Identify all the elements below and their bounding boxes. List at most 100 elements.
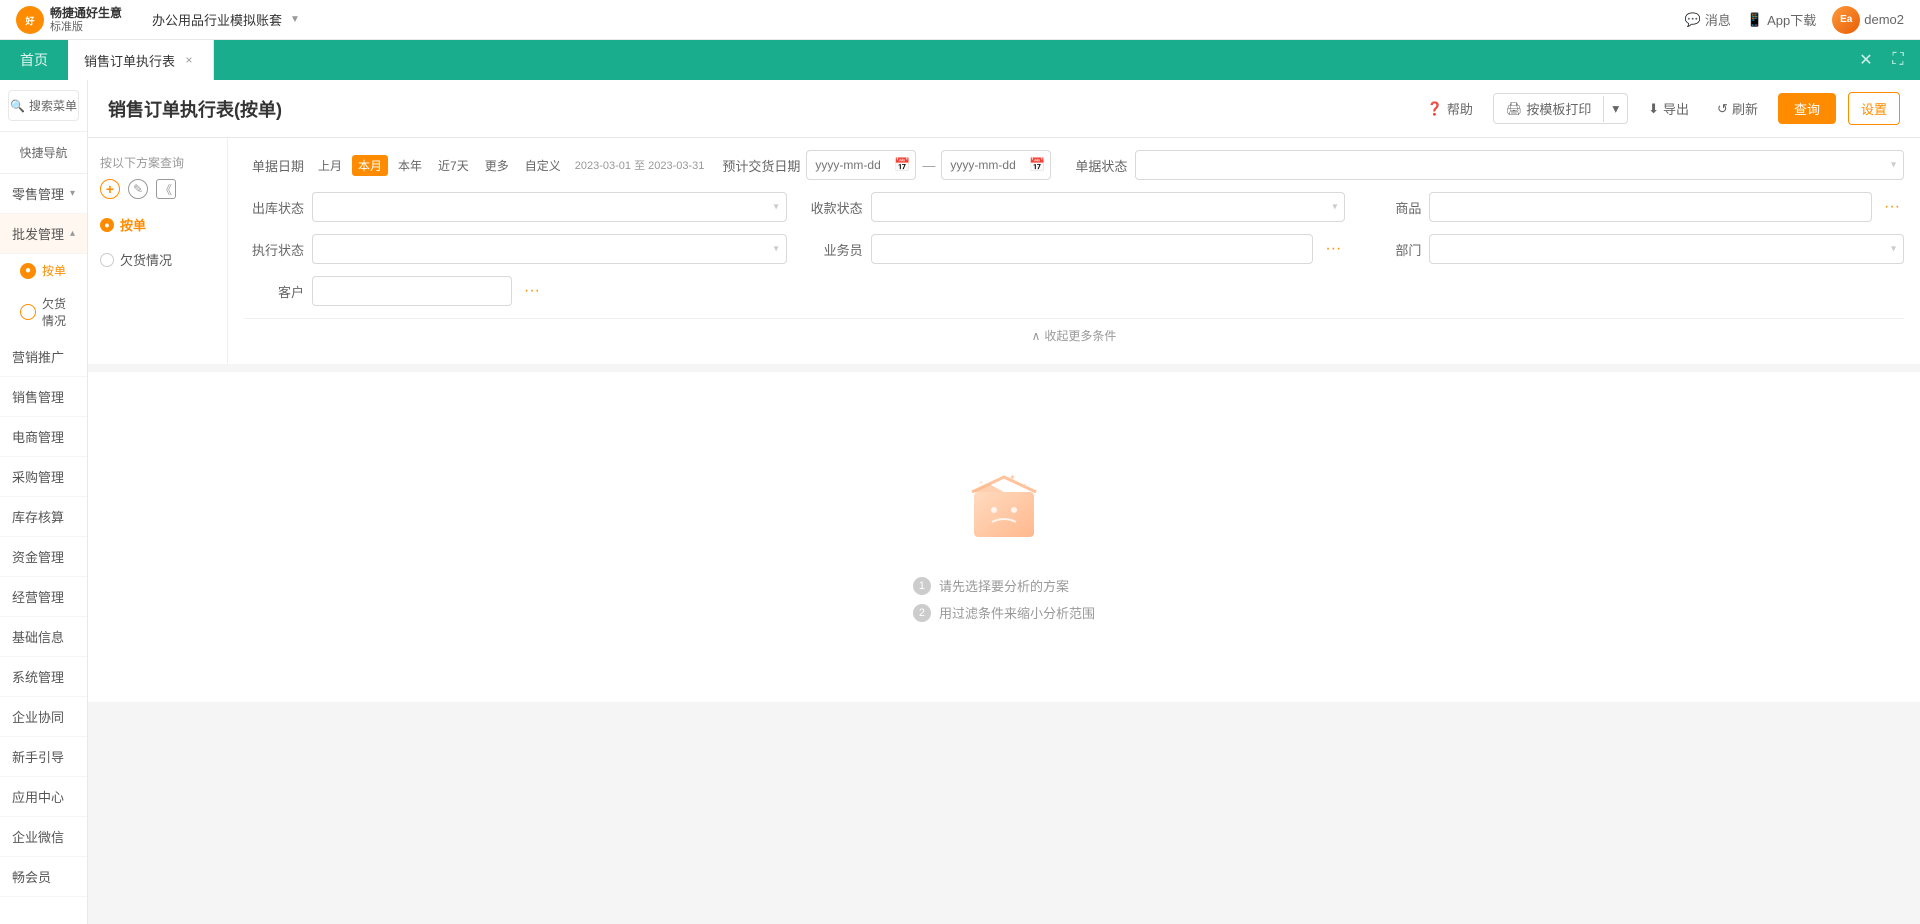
- sidebar-item-marketing[interactable]: 营销推广: [0, 337, 87, 377]
- print-template-button[interactable]: 🖨 按模板打印: [1494, 94, 1604, 123]
- filter-collapse-button[interactable]: ∧ 收起更多条件: [1032, 327, 1117, 344]
- main-layout: 🔍 搜索菜单 快捷导航 零售管理 ▾ 批发管理 ▴ ● 按单 欠货情况 营销推广…: [0, 80, 1920, 924]
- sidebar-item-vip[interactable]: 畅会员: [0, 857, 87, 897]
- sidebar-item-wechat[interactable]: 企业微信: [0, 817, 87, 857]
- customer-label: 客户: [244, 282, 304, 301]
- product-input[interactable]: [1429, 192, 1872, 222]
- exec-status-filter-group: 执行状态 ▾: [244, 234, 787, 264]
- debt-dot-icon: [20, 304, 36, 320]
- search-menu-button[interactable]: 🔍 搜索菜单: [8, 90, 79, 121]
- salesperson-input[interactable]: [871, 234, 1314, 264]
- app-download-button[interactable]: 📱 App下载: [1747, 10, 1816, 29]
- shortcut-label: 快捷导航: [0, 140, 87, 165]
- svg-text:✦: ✦: [979, 480, 983, 486]
- svg-text:✦: ✦: [1009, 473, 1016, 482]
- filter-panel: 按以下方案查询 + ✎ 《 ● 按单 欠货情况: [88, 138, 1920, 364]
- doc-status-label: 单据状态: [1067, 156, 1127, 175]
- date-tab-more[interactable]: 更多: [479, 155, 515, 176]
- message-button[interactable]: 💬 消息: [1685, 10, 1731, 29]
- stock-status-select[interactable]: [312, 192, 787, 222]
- sidebar-item-purchase[interactable]: 采购管理: [0, 457, 87, 497]
- page-actions: ❓ 帮助 🖨 按模板打印 ▾ ⬇ 导出 ↺ 刷新: [1419, 92, 1900, 125]
- filter-scheme-collapse-button[interactable]: 《: [156, 179, 176, 199]
- print-button-group: 🖨 按模板打印 ▾: [1493, 93, 1628, 124]
- sidebar-item-retail[interactable]: 零售管理 ▾: [0, 174, 87, 214]
- top-header: 好 畅捷通好生意 标准版 办公用品行业模拟账套 ▼ 💬 消息 📱 App下载 E…: [0, 0, 1920, 40]
- empty-state: ✦ ✦ ✦ 1 请先选择要分析的方案 2 用过滤条件来缩小分析范围: [88, 372, 1920, 702]
- sidebar-item-finance[interactable]: 资金管理: [0, 537, 87, 577]
- sidebar: 🔍 搜索菜单 快捷导航 零售管理 ▾ 批发管理 ▴ ● 按单 欠货情况 营销推广…: [0, 80, 88, 924]
- salesperson-label: 业务员: [803, 240, 863, 259]
- expected-date-label: 预计交货日期: [720, 156, 800, 175]
- breadcrumb[interactable]: 办公用品行业模拟账套 ▼: [152, 10, 300, 29]
- expected-date-start-input[interactable]: [806, 150, 916, 180]
- date-tab-this-month[interactable]: 本月: [352, 155, 388, 176]
- date-range-text: 2023-03-01 至 2023-03-31: [575, 157, 705, 173]
- top-header-right: 💬 消息 📱 App下载 Ea demo2: [1685, 6, 1904, 34]
- breadcrumb-arrow-icon: ▼: [290, 14, 300, 25]
- filter-scheme-edit-button[interactable]: ✎: [128, 179, 148, 199]
- date-tab-custom[interactable]: 自定义: [519, 155, 567, 176]
- company-name: 畅捷通好生意: [50, 4, 122, 21]
- query-button[interactable]: 查询: [1778, 93, 1836, 124]
- doc-status-filter-group: 单据状态 ▾: [1067, 150, 1904, 180]
- export-button[interactable]: ⬇ 导出: [1640, 95, 1697, 122]
- department-select[interactable]: [1429, 234, 1904, 264]
- collapse-icon: ∧: [1032, 329, 1041, 343]
- page-header: 销售订单执行表(按单) ❓ 帮助 🖨 按模板打印 ▾ ⬇ 导出: [88, 80, 1920, 138]
- press-dot-icon: ●: [20, 263, 36, 279]
- tab-actions: ✕ ⛶: [1852, 46, 1920, 74]
- stock-status-label: 出库状态: [244, 198, 304, 217]
- sidebar-item-newguide[interactable]: 新手引导: [0, 737, 87, 777]
- sidebar-sub-item-press[interactable]: ● 按单: [0, 254, 87, 287]
- refresh-button[interactable]: ↺ 刷新: [1709, 95, 1766, 122]
- stock-status-filter-group: 出库状态 ▾: [244, 192, 787, 222]
- sidebar-item-appcenter[interactable]: 应用中心: [0, 777, 87, 817]
- print-dropdown-button[interactable]: ▾: [1603, 96, 1627, 122]
- settings-button[interactable]: 设置: [1848, 92, 1900, 125]
- sidebar-item-ecommerce[interactable]: 电商管理: [0, 417, 87, 457]
- expected-date-end-input[interactable]: [941, 150, 1051, 180]
- expected-date-start-wrapper: 📅: [806, 150, 916, 180]
- product-more-button[interactable]: ···: [1880, 198, 1904, 216]
- filter-row-2: 出库状态 ▾ 收款状态: [244, 192, 1904, 222]
- sidebar-item-system[interactable]: 系统管理: [0, 657, 87, 697]
- sidebar-item-inventory[interactable]: 库存核算: [0, 497, 87, 537]
- tab-home[interactable]: 首页: [0, 40, 68, 80]
- date-tab-last-month[interactable]: 上月: [312, 155, 348, 176]
- export-icon: ⬇: [1648, 101, 1659, 117]
- page-title: 销售订单执行表(按单): [108, 96, 282, 122]
- tab-close-button[interactable]: ×: [181, 52, 197, 68]
- sidebar-item-operations[interactable]: 经营管理: [0, 577, 87, 617]
- doc-status-select[interactable]: [1135, 150, 1904, 180]
- stock-status-select-wrapper: ▾: [312, 192, 787, 222]
- expected-date-end-wrapper: 📅: [941, 150, 1051, 180]
- filter-collapse-area: ∧ 收起更多条件: [244, 318, 1904, 352]
- date-tab-7days[interactable]: 近7天: [432, 155, 475, 176]
- filter-scheme-debt[interactable]: 欠货情况: [88, 242, 227, 277]
- tab-minimize-button[interactable]: ✕: [1852, 46, 1880, 74]
- help-icon: ❓: [1427, 101, 1443, 117]
- date-tab-this-year[interactable]: 本年: [392, 155, 428, 176]
- exec-status-select[interactable]: [312, 234, 787, 264]
- tab-sales-order[interactable]: 销售订单执行表 ×: [68, 40, 214, 80]
- filter-scheme-press[interactable]: ● 按单: [88, 207, 227, 242]
- sidebar-item-sales[interactable]: 销售管理: [0, 377, 87, 417]
- customer-more-button[interactable]: ···: [520, 282, 544, 300]
- sidebar-item-enterprise[interactable]: 企业协同: [0, 697, 87, 737]
- sidebar-item-wholesale[interactable]: 批发管理 ▴: [0, 214, 87, 254]
- doc-status-select-wrapper: ▾: [1135, 150, 1904, 180]
- user-profile-button[interactable]: Ea demo2: [1832, 6, 1904, 34]
- sidebar-shortcut-nav: 快捷导航: [0, 132, 87, 174]
- product-label: 商品: [1361, 198, 1421, 217]
- sidebar-item-basic[interactable]: 基础信息: [0, 617, 87, 657]
- top-header-left: 好 畅捷通好生意 标准版 办公用品行业模拟账套 ▼: [16, 4, 300, 34]
- payment-status-label: 收款状态: [803, 198, 863, 217]
- tab-maximize-button[interactable]: ⛶: [1884, 46, 1912, 74]
- payment-status-select[interactable]: [871, 192, 1346, 222]
- customer-input[interactable]: [312, 276, 512, 306]
- help-button[interactable]: ❓ 帮助: [1419, 95, 1481, 122]
- salesperson-more-button[interactable]: ···: [1321, 240, 1345, 258]
- filter-scheme-add-button[interactable]: +: [100, 179, 120, 199]
- sidebar-sub-item-debt[interactable]: 欠货情况: [0, 287, 87, 337]
